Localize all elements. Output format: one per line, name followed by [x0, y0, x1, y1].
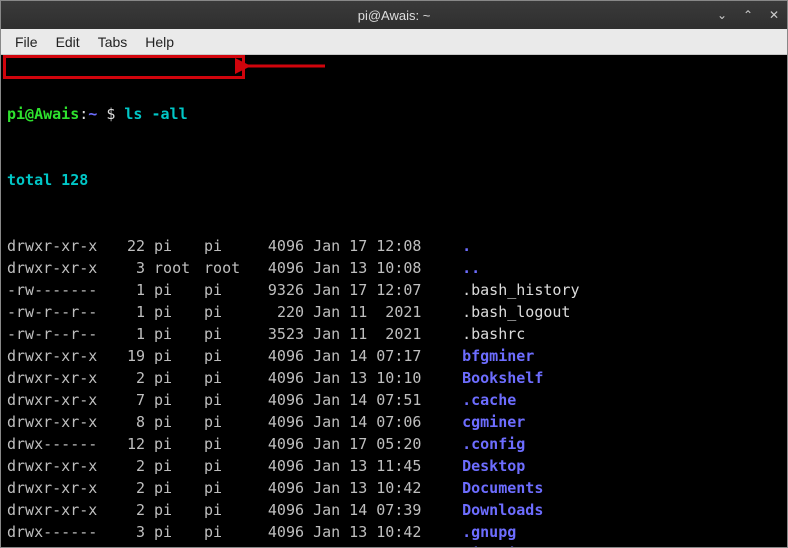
listing-row: -rw-r--r--1 pipi3523 Jan 11 2021 .bashrc — [7, 323, 781, 345]
minimize-icon[interactable]: ⌄ — [715, 8, 729, 22]
file-name: bfgminer — [462, 345, 534, 367]
listing-row: drwxr-xr-x2 pipi4096 Jan 14 07:39 Downlo… — [7, 499, 781, 521]
file-name: Bookshelf — [462, 367, 543, 389]
menu-help[interactable]: Help — [137, 31, 182, 53]
annotation-box — [3, 55, 245, 79]
file-name: .cache — [462, 389, 516, 411]
listing-row: drwxr-xr-x20 pipi4096 Jan 14 07:49 hidap… — [7, 543, 781, 547]
menu-file[interactable]: File — [7, 31, 46, 53]
window-controls: ⌄ ⌃ ✕ — [715, 8, 781, 22]
file-name: .bashrc — [462, 323, 525, 345]
window-title: pi@Awais: ~ — [358, 8, 431, 23]
file-name: .gnupg — [462, 521, 516, 543]
menu-tabs[interactable]: Tabs — [90, 31, 136, 53]
listing-row: drwxr-xr-x3 rootroot4096 Jan 13 10:08 .. — [7, 257, 781, 279]
file-name: Downloads — [462, 499, 543, 521]
listing-row: drwx------3 pipi4096 Jan 13 10:42 .gnupg — [7, 521, 781, 543]
listing-row: drwxr-xr-x8 pipi4096 Jan 14 07:06 cgmine… — [7, 411, 781, 433]
command-text: ls -all — [124, 103, 187, 125]
file-name: cgminer — [462, 411, 525, 433]
menu-edit[interactable]: Edit — [48, 31, 88, 53]
prompt-sigil: $ — [97, 103, 124, 125]
maximize-icon[interactable]: ⌃ — [741, 8, 755, 22]
terminal-body[interactable]: pi@Awais:~ $ ls -all total 128 drwxr-xr-… — [1, 55, 787, 547]
listing-row: drwxr-xr-x7 pipi4096 Jan 14 07:51 .cache — [7, 389, 781, 411]
file-name: hidapi — [462, 543, 516, 547]
file-name: .config — [462, 433, 525, 455]
titlebar[interactable]: pi@Awais: ~ ⌄ ⌃ ✕ — [1, 1, 787, 29]
annotation-arrow-icon — [235, 55, 335, 78]
prompt-line: pi@Awais:~ $ ls -all — [7, 103, 781, 125]
total-line: total 128 — [7, 169, 781, 191]
file-name: . — [462, 235, 471, 257]
listing-row: drwxr-xr-x19 pipi4096 Jan 14 07:17 bfgmi… — [7, 345, 781, 367]
menubar: File Edit Tabs Help — [1, 29, 787, 55]
listing-row: drwxr-xr-x2 pipi4096 Jan 13 10:10 Booksh… — [7, 367, 781, 389]
listing: drwxr-xr-x22 pipi4096 Jan 17 12:08 .drwx… — [7, 235, 781, 547]
listing-row: drwxr-xr-x22 pipi4096 Jan 17 12:08 . — [7, 235, 781, 257]
file-name: Documents — [462, 477, 543, 499]
prompt-colon: : — [79, 103, 88, 125]
prompt-cwd: ~ — [88, 103, 97, 125]
listing-row: drwx------12 pipi4096 Jan 17 05:20 .conf… — [7, 433, 781, 455]
listing-row: drwxr-xr-x2 pipi4096 Jan 13 11:45 Deskto… — [7, 455, 781, 477]
close-icon[interactable]: ✕ — [767, 8, 781, 22]
listing-row: drwxr-xr-x2 pipi4096 Jan 13 10:42 Docume… — [7, 477, 781, 499]
file-name: Desktop — [462, 455, 525, 477]
file-name: .bash_logout — [462, 301, 570, 323]
terminal-window: pi@Awais: ~ ⌄ ⌃ ✕ File Edit Tabs Help pi… — [0, 0, 788, 548]
file-name: .. — [462, 257, 480, 279]
file-name: .bash_history — [462, 279, 579, 301]
prompt-userhost: pi@Awais — [7, 103, 79, 125]
listing-row: -rw-------1 pipi9326 Jan 17 12:07 .bash_… — [7, 279, 781, 301]
listing-row: -rw-r--r--1 pipi220 Jan 11 2021 .bash_lo… — [7, 301, 781, 323]
